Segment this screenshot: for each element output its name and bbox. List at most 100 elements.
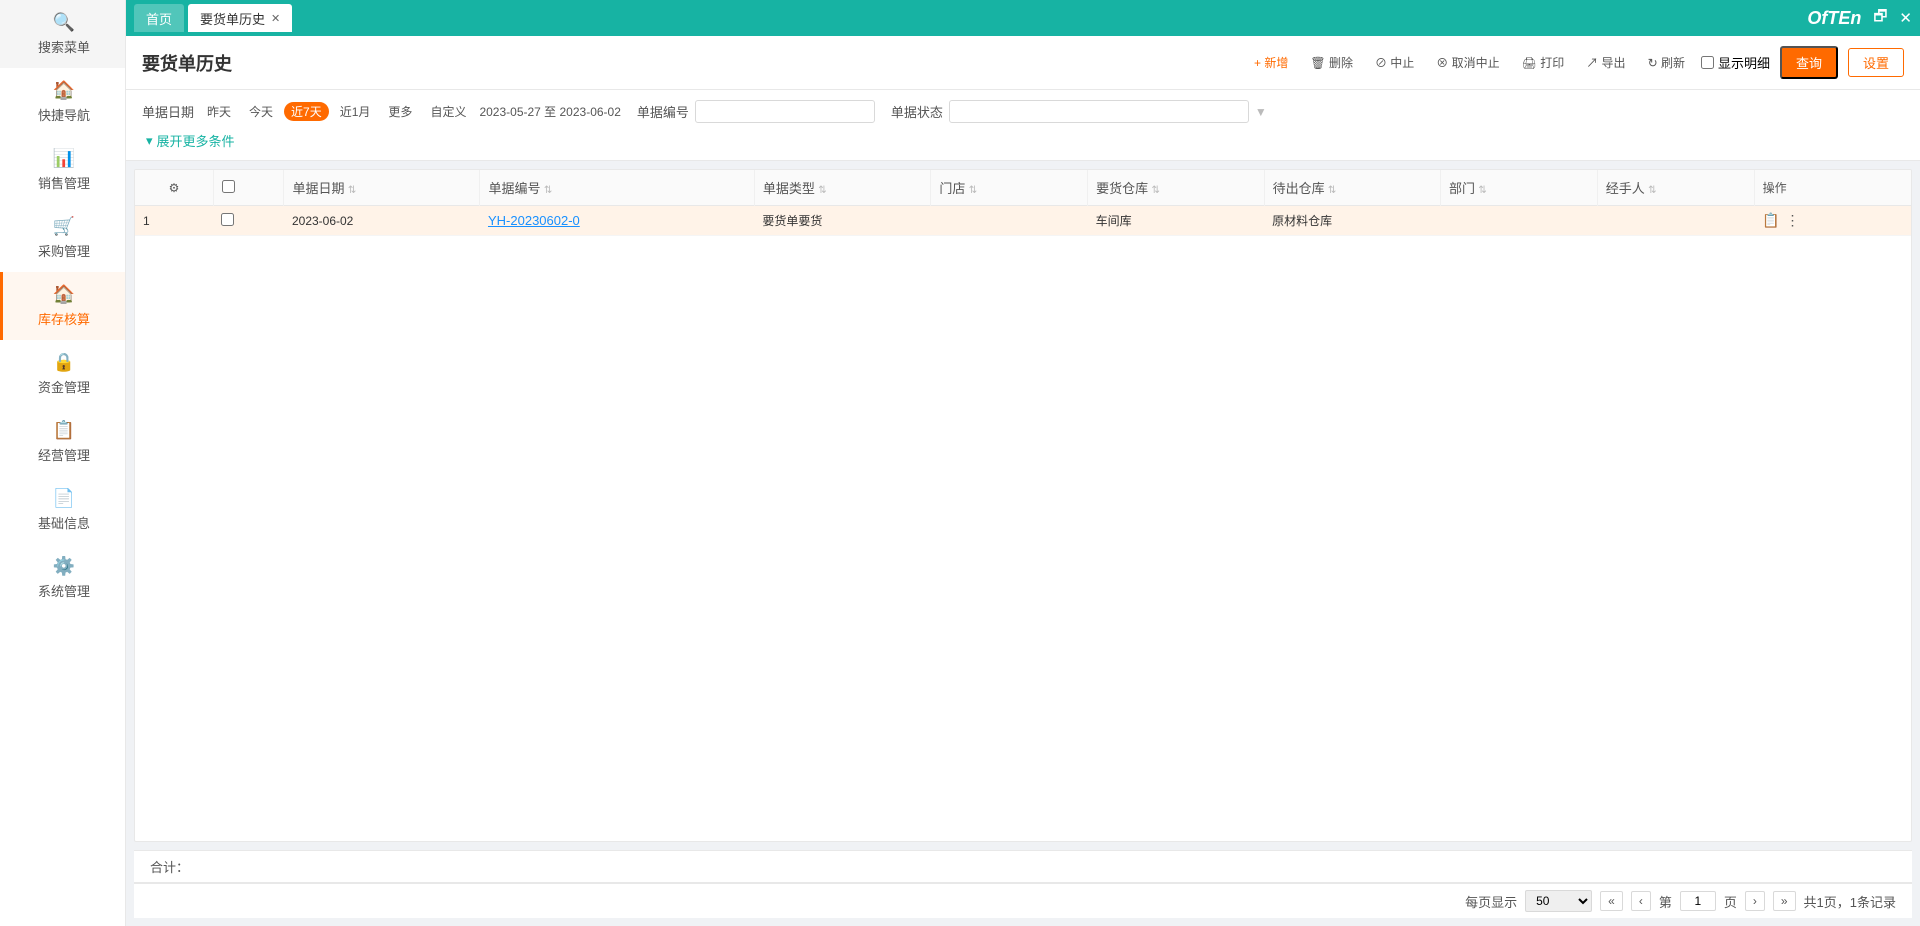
pending-sort-icon[interactable]: ⇅ <box>1328 185 1336 196</box>
export-button[interactable]: ↗ 导出 <box>1580 50 1631 75</box>
row-checkbox-cell[interactable] <box>213 206 284 236</box>
chip-today[interactable]: 今天 <box>242 102 280 121</box>
bill-number-group: 单据编号 <box>637 100 875 123</box>
bill-status-label: 单据状态 <box>891 102 943 121</box>
tab-requisition-history[interactable]: 要货单历史 ✕ <box>188 4 292 32</box>
pagination-bar: 每页显示 10 20 50 100 « ‹ 第 页 › » 共1页，1条记录 <box>134 883 1912 918</box>
clipboard-icon: 📋 <box>53 420 75 441</box>
show-detail-label[interactable]: 显示明细 <box>1701 53 1770 72</box>
expand-more-label: 展开更多条件 <box>157 131 235 150</box>
chip-7days[interactable]: 近7天 <box>284 102 329 121</box>
last-page-button[interactable]: » <box>1773 891 1796 911</box>
handler-sort-icon[interactable]: ⇅ <box>1648 185 1656 196</box>
content-area: 要货单历史 + 新增 🗑 删除 ⊘ 中止 ⊗ 取消中止 🖨 打印 ↗ 导出 ↻ … <box>126 36 1920 926</box>
delete-button[interactable]: 🗑 删除 <box>1304 50 1359 75</box>
sidebar-item-inventory[interactable]: 🏠 库存核算 <box>0 272 125 340</box>
sidebar-item-finance-mgmt[interactable]: 🔒 资金管理 <box>0 340 125 408</box>
cancel-suspend-button[interactable]: ⊗ 取消中止 <box>1430 50 1505 75</box>
tab-bar-right: OfTEn 🗗 ✕ <box>1807 6 1912 31</box>
handler-column-header[interactable]: 经手人 ⇅ <box>1597 170 1754 206</box>
chip-yesterday[interactable]: 昨天 <box>200 102 238 121</box>
gear-icon: ⚙️ <box>53 556 75 577</box>
store-column-header[interactable]: 门店 ⇅ <box>931 170 1088 206</box>
first-page-button[interactable]: « <box>1600 891 1623 911</box>
more-icon[interactable]: ⋮ <box>1786 212 1800 229</box>
tab-bar: 首页 要货单历史 ✕ OfTEn 🗗 ✕ <box>126 0 1920 36</box>
warehouse-sort-icon[interactable]: ⇅ <box>1152 185 1160 196</box>
view-icon[interactable]: 📋 <box>1762 212 1779 229</box>
date-column-header[interactable]: 单据日期 ⇅ <box>284 170 480 206</box>
number-column-header[interactable]: 单据编号 ⇅ <box>480 170 754 206</box>
page-number-input[interactable] <box>1680 891 1716 911</box>
per-page-label: 每页显示 <box>1465 892 1517 911</box>
pending-column-header[interactable]: 待出仓库 ⇅ <box>1264 170 1440 206</box>
sidebar-item-system-mgmt[interactable]: ⚙️ 系统管理 <box>0 544 125 612</box>
status-dropdown-icon[interactable]: ▼ <box>1255 105 1267 119</box>
number-sort-icon[interactable]: ⇅ <box>544 185 552 196</box>
select-all-checkbox[interactable] <box>222 180 235 193</box>
table-header-row: ⚙ 单据日期 ⇅ 单据编号 ⇅ 单据类型 <box>135 170 1911 206</box>
bill-date-label: 单据日期 <box>142 102 194 121</box>
sidebar-item-sales-mgmt[interactable]: 📊 销售管理 <box>0 136 125 204</box>
dept-sort-icon[interactable]: ⇅ <box>1478 185 1486 196</box>
page-title: 要货单历史 <box>142 50 232 76</box>
close-window-icon[interactable]: ✕ <box>1899 9 1912 27</box>
row-ops: 📋 ⋮ <box>1754 206 1911 236</box>
sidebar-item-basic-info[interactable]: 📄 基础信息 <box>0 476 125 544</box>
settings-button[interactable]: 设置 <box>1848 48 1904 77</box>
store-sort-icon[interactable]: ⇅ <box>969 185 977 196</box>
settings-column-header[interactable]: ⚙ <box>135 170 213 206</box>
restore-window-icon[interactable]: 🗗 <box>1873 6 1887 31</box>
sidebar-item-label: 库存核算 <box>38 309 90 328</box>
sidebar-item-label: 快捷导航 <box>38 105 90 124</box>
search-menu-icon: 🔍 <box>53 12 75 33</box>
row-number[interactable]: YH-20230602-0 <box>480 206 754 236</box>
page-label: 第 <box>1659 892 1672 911</box>
warehouse-col-label: 要货仓库 <box>1096 181 1148 196</box>
date-filter-group: 单据日期 昨天 今天 近7天 近1月 更多 自定义 2023-05-27 至 2… <box>142 102 621 121</box>
sidebar-item-operations-mgmt[interactable]: 📋 经营管理 <box>0 408 125 476</box>
filter-bar: 单据日期 昨天 今天 近7天 近1月 更多 自定义 2023-05-27 至 2… <box>126 90 1920 161</box>
suspend-button[interactable]: ⊘ 中止 <box>1369 50 1420 75</box>
bill-number-input[interactable] <box>695 100 875 123</box>
bill-number-link[interactable]: YH-20230602-0 <box>488 213 580 228</box>
row-checkbox[interactable] <box>221 213 234 226</box>
row-dept <box>1440 206 1597 236</box>
query-button[interactable]: 查询 <box>1780 46 1838 79</box>
chip-more[interactable]: 更多 <box>381 102 419 121</box>
add-button[interactable]: + 新增 <box>1248 50 1294 75</box>
sidebar-item-quick-nav[interactable]: 🏠 快捷导航 <box>0 68 125 136</box>
chip-1month[interactable]: 近1月 <box>333 102 378 121</box>
per-page-select[interactable]: 10 20 50 100 <box>1525 890 1592 912</box>
ops-column-header: 操作 <box>1754 170 1911 206</box>
next-page-button[interactable]: › <box>1745 891 1765 911</box>
tab-home[interactable]: 首页 <box>134 4 184 32</box>
chip-custom[interactable]: 自定义 <box>423 102 473 121</box>
toolbar: + 新增 🗑 删除 ⊘ 中止 ⊗ 取消中止 🖨 打印 ↗ 导出 ↻ 刷新 显示明… <box>1248 46 1904 79</box>
type-column-header[interactable]: 单据类型 ⇅ <box>754 170 930 206</box>
pending-col-label: 待出仓库 <box>1273 181 1325 196</box>
bill-status-group: 单据状态 ▼ <box>891 100 1904 123</box>
home-icon: 🏠 <box>53 80 75 101</box>
sidebar-item-purchase-mgmt[interactable]: 🛒 采购管理 <box>0 204 125 272</box>
dept-col-label: 部门 <box>1449 181 1475 196</box>
sidebar-item-label: 销售管理 <box>38 173 90 192</box>
number-col-label: 单据编号 <box>488 181 540 196</box>
ops-icons-group: 📋 ⋮ <box>1762 212 1903 229</box>
warehouse-column-header[interactable]: 要货仓库 ⇅ <box>1088 170 1264 206</box>
sidebar-item-search-menu[interactable]: 🔍 搜索菜单 <box>0 0 125 68</box>
bill-status-input[interactable] <box>949 100 1249 123</box>
sidebar: 🔍 搜索菜单 🏠 快捷导航 📊 销售管理 🛒 采购管理 🏠 库存核算 🔒 资金管… <box>0 0 126 926</box>
expand-more-btn[interactable]: ▾ 展开更多条件 <box>142 131 1904 150</box>
table-row: 1 2023-06-02 YH-20230602-0 要货单要货 车间库 原材料… <box>135 206 1911 236</box>
tab-close-icon[interactable]: ✕ <box>271 12 280 25</box>
type-sort-icon[interactable]: ⇅ <box>818 185 826 196</box>
refresh-button[interactable]: ↻ 刷新 <box>1642 50 1691 75</box>
prev-page-button[interactable]: ‹ <box>1631 891 1651 911</box>
dept-column-header[interactable]: 部门 ⇅ <box>1440 170 1597 206</box>
document-icon: 📄 <box>53 488 75 509</box>
show-detail-checkbox[interactable] <box>1701 56 1714 69</box>
date-sort-icon[interactable]: ⇅ <box>348 185 356 196</box>
page-header: 要货单历史 + 新增 🗑 删除 ⊘ 中止 ⊗ 取消中止 🖨 打印 ↗ 导出 ↻ … <box>126 36 1920 90</box>
print-button[interactable]: 🖨 打印 <box>1516 50 1571 75</box>
